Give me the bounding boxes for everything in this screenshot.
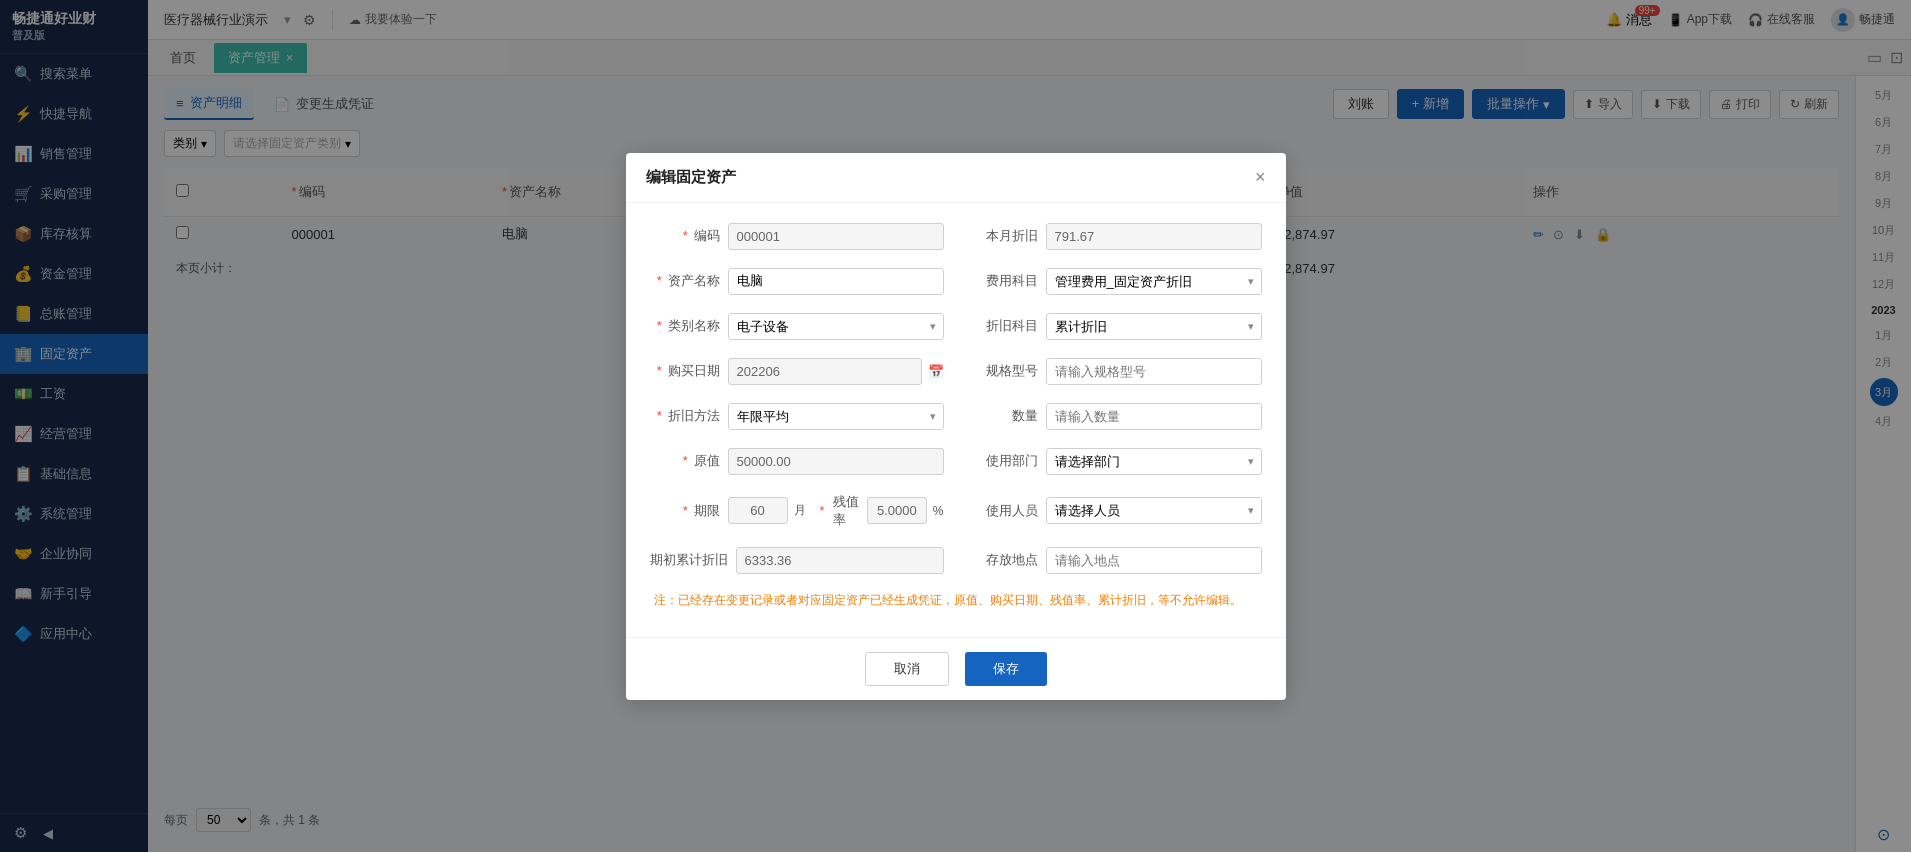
spec-input[interactable]	[1046, 358, 1262, 385]
asset-name-label: * 资产名称	[650, 272, 720, 290]
user-select-wrapper: 请选择人员 ▾	[1046, 497, 1262, 524]
code-label: * 编码	[650, 227, 720, 245]
category-select[interactable]: 电子设备	[728, 313, 944, 340]
monthly-dep-label: 本月折旧	[968, 227, 1038, 245]
residual-rate-input[interactable]	[867, 497, 927, 524]
form-row-7: * 期限 月 * 残值率 % 使用人员	[650, 493, 1262, 529]
dep-subject-select-wrapper: 累计折旧 ▾	[1046, 313, 1262, 340]
location-input[interactable]	[1046, 547, 1262, 574]
user-select[interactable]: 请选择人员	[1046, 497, 1262, 524]
field-dep-subject: 折旧科目 累计折旧 ▾	[968, 313, 1262, 340]
period-unit: 月	[794, 502, 806, 519]
asset-name-input[interactable]	[728, 268, 944, 295]
form-row-3: * 类别名称 电子设备 ▾ 折旧科目 累计折旧	[650, 313, 1262, 340]
period-label: * 期限	[650, 502, 720, 520]
field-user: 使用人员 请选择人员 ▾	[968, 493, 1262, 529]
modal-body: * 编码 本月折旧 * 资产名称	[626, 203, 1286, 637]
field-dep-method: * 折旧方法 年限平均 ▾	[650, 403, 944, 430]
field-category: * 类别名称 电子设备 ▾	[650, 313, 944, 340]
field-asset-name: * 资产名称	[650, 268, 944, 295]
quantity-label: 数量	[968, 407, 1038, 425]
residual-rate-unit: %	[933, 504, 944, 518]
quantity-input[interactable]	[1046, 403, 1262, 430]
initial-dep-input[interactable]	[736, 547, 944, 574]
user-label: 使用人员	[968, 502, 1038, 520]
purchase-date-group: 📅	[728, 358, 944, 385]
field-code: * 编码	[650, 223, 944, 250]
modal-overlay: 编辑固定资产 × * 编码 本月折旧	[0, 0, 1911, 852]
form-row-5: * 折旧方法 年限平均 ▾ 数量	[650, 403, 1262, 430]
save-btn[interactable]: 保存	[965, 652, 1047, 686]
cancel-btn[interactable]: 取消	[865, 652, 949, 686]
location-label: 存放地点	[968, 551, 1038, 569]
original-value-input[interactable]	[728, 448, 944, 475]
field-initial-dep: 期初累计折旧	[650, 547, 944, 574]
form-row-2: * 资产名称 费用科目 管理费用_固定资产折旧 ▾	[650, 268, 1262, 295]
department-label: 使用部门	[968, 452, 1038, 470]
period-input[interactable]	[728, 497, 788, 524]
field-original-value: * 原值	[650, 448, 944, 475]
form-row-8: 期初累计折旧 存放地点	[650, 547, 1262, 574]
spec-label: 规格型号	[968, 362, 1038, 380]
department-select[interactable]: 请选择部门	[1046, 448, 1262, 475]
initial-dep-label: 期初累计折旧	[650, 551, 728, 569]
modal-close-btn[interactable]: ×	[1255, 167, 1266, 188]
expense-subject-select[interactable]: 管理费用_固定资产折旧	[1046, 268, 1262, 295]
field-period-residual: * 期限 月 * 残值率 %	[650, 493, 944, 529]
period-group: 月 * 残值率 %	[728, 493, 944, 529]
form-row-6: * 原值 使用部门 请选择部门 ▾	[650, 448, 1262, 475]
purchase-date-input[interactable]	[728, 358, 922, 385]
field-department: 使用部门 请选择部门 ▾	[968, 448, 1262, 475]
category-field-label: * 类别名称	[650, 317, 720, 335]
modal-footer: 取消 保存	[626, 637, 1286, 700]
expense-subject-select-wrapper: 管理费用_固定资产折旧 ▾	[1046, 268, 1262, 295]
field-purchase-date: * 购买日期 📅	[650, 358, 944, 385]
code-input[interactable]	[728, 223, 944, 250]
form-row-4: * 购买日期 📅 规格型号	[650, 358, 1262, 385]
field-monthly-dep: 本月折旧	[968, 223, 1262, 250]
original-value-label: * 原值	[650, 452, 720, 470]
category-select-wrapper: 电子设备 ▾	[728, 313, 944, 340]
calendar-icon[interactable]: 📅	[928, 364, 944, 379]
field-expense-subject: 费用科目 管理费用_固定资产折旧 ▾	[968, 268, 1262, 295]
residual-rate-label: 残值率	[833, 493, 861, 529]
monthly-dep-input[interactable]	[1046, 223, 1262, 250]
dep-method-select[interactable]: 年限平均	[728, 403, 944, 430]
form-row-1: * 编码 本月折旧	[650, 223, 1262, 250]
modal-header: 编辑固定资产 ×	[626, 153, 1286, 203]
dep-method-select-wrapper: 年限平均 ▾	[728, 403, 944, 430]
modal-title: 编辑固定资产	[646, 168, 736, 187]
purchase-date-label: * 购买日期	[650, 362, 720, 380]
field-spec: 规格型号	[968, 358, 1262, 385]
edit-asset-modal: 编辑固定资产 × * 编码 本月折旧	[626, 153, 1286, 700]
department-select-wrapper: 请选择部门 ▾	[1046, 448, 1262, 475]
dep-subject-select[interactable]: 累计折旧	[1046, 313, 1262, 340]
field-location: 存放地点	[968, 547, 1262, 574]
field-quantity: 数量	[968, 403, 1262, 430]
expense-subject-label: 费用科目	[968, 272, 1038, 290]
dep-subject-label: 折旧科目	[968, 317, 1038, 335]
modal-note: 注：已经存在变更记录或者对应固定资产已经生成凭证，原值、购买日期、残值率、累计折…	[650, 592, 1262, 609]
dep-method-label: * 折旧方法	[650, 407, 720, 425]
